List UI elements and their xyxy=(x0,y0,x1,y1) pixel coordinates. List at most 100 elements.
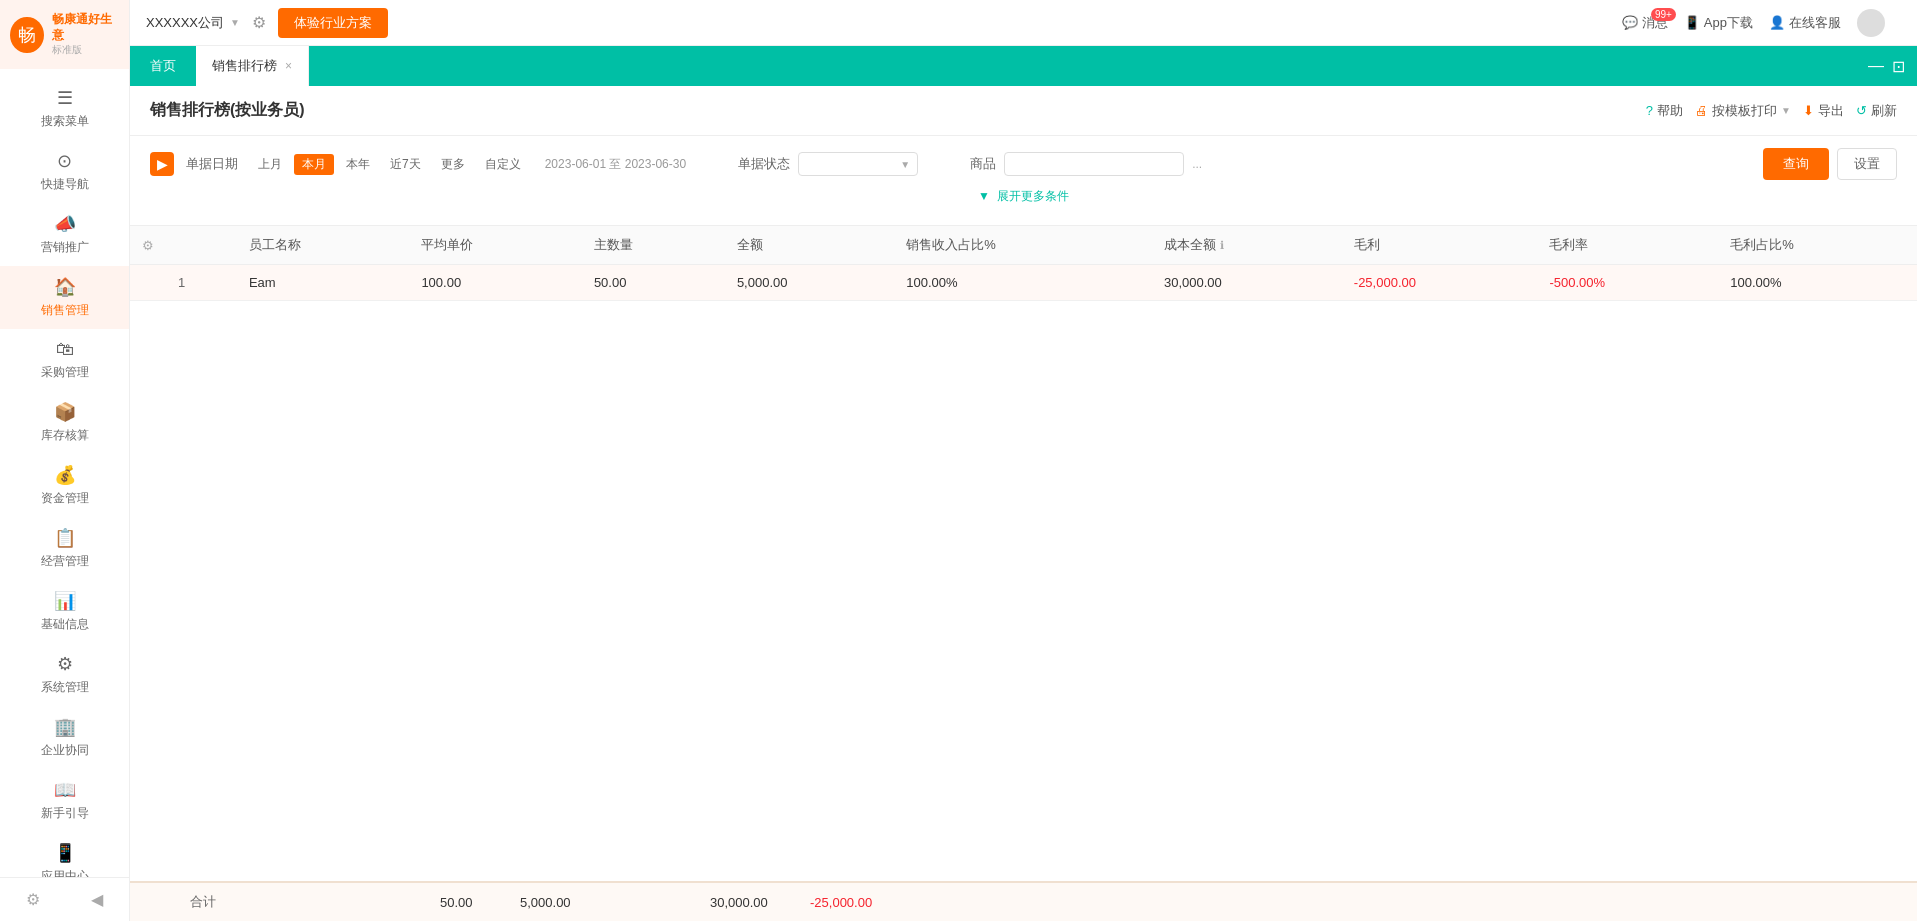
sidebar-item-label: 系统管理 xyxy=(41,679,89,696)
column-avg-price: 平均单价 xyxy=(409,226,582,265)
sidebar-item-system[interactable]: ⚙ 系统管理 xyxy=(0,643,129,706)
sidebar-item-nav[interactable]: ⊙ 快捷导航 xyxy=(0,140,129,203)
sidebar-item-label: 应用中心 xyxy=(41,868,89,877)
help-label: 帮助 xyxy=(1657,102,1683,120)
cell-gear xyxy=(130,265,166,301)
sidebar-item-label: 新手引导 xyxy=(41,805,89,822)
help-button[interactable]: ? 帮助 xyxy=(1646,102,1683,120)
goods-filter: 商品 ... xyxy=(970,152,1202,176)
sidebar-footer: ⚙ ◀ xyxy=(0,877,129,921)
cell-amount: 5,000.00 xyxy=(725,265,894,301)
sidebar-item-basic[interactable]: 📊 基础信息 xyxy=(0,580,129,643)
sidebar-item-label: 采购管理 xyxy=(41,364,89,381)
expand-more-conditions[interactable]: ▼ 展开更多条件 xyxy=(150,180,1897,213)
sidebar-nav: ☰ 搜索菜单 ⊙ 快捷导航 📣 营销推广 🏠 销售管理 🛍 采购管理 📦 库存核… xyxy=(0,69,129,877)
goods-filter-label: 商品 xyxy=(970,155,996,173)
goods-input[interactable] xyxy=(1004,152,1184,176)
status-select[interactable] xyxy=(798,152,918,176)
sidebar-item-finance[interactable]: 💰 资金管理 xyxy=(0,454,129,517)
sidebar-item-search[interactable]: ☰ 搜索菜单 xyxy=(0,77,129,140)
sidebar-collapse-button[interactable]: ◀ xyxy=(91,890,103,909)
tab-bar: 首页 销售排行榜 × — ⊡ xyxy=(130,46,1917,86)
export-label: 导出 xyxy=(1818,102,1844,120)
sidebar-item-inventory[interactable]: 📦 库存核算 xyxy=(0,391,129,454)
cost-info-icon: ℹ xyxy=(1220,239,1224,251)
sidebar: 畅 畅康通好生意 标准版 ☰ 搜索菜单 ⊙ 快捷导航 📣 营销推广 🏠 销售管理… xyxy=(0,0,130,921)
main-content: XXXXXX公司 ▼ ⚙ 体验行业方案 💬 消息 99+ 📱 App下载 👤 在… xyxy=(130,0,1917,921)
footer-label: 合计 xyxy=(178,893,228,911)
topbar-gear-icon[interactable]: ⚙ xyxy=(252,13,266,32)
date-opt-last7[interactable]: 近7天 xyxy=(382,154,429,175)
cell-gross-rate: -500.00% xyxy=(1537,265,1718,301)
tab-home[interactable]: 首页 xyxy=(130,46,196,86)
cell-avg-price: 100.00 xyxy=(409,265,582,301)
cell-rank: 1 xyxy=(166,265,237,301)
query-button[interactable]: 查询 xyxy=(1763,148,1829,180)
sidebar-item-marketing[interactable]: 📣 营销推广 xyxy=(0,203,129,266)
print-dropdown-icon[interactable]: ▼ xyxy=(1781,105,1791,116)
column-gross-pct: 毛利占比% xyxy=(1718,226,1917,265)
date-range-display: 2023-06-01 至 2023-06-30 xyxy=(545,156,686,173)
date-opt-current-month[interactable]: 本月 xyxy=(294,154,334,175)
column-gross-rate: 毛利率 xyxy=(1537,226,1718,265)
tab-sales-ranking[interactable]: 销售排行榜 × xyxy=(196,46,309,86)
sidebar-item-label: 经营管理 xyxy=(41,553,89,570)
footer-gross: -25,000.00 xyxy=(798,895,884,910)
table-header-row: ⚙ 员工名称 平均单价 主数量 全额 xyxy=(130,226,1917,265)
tab-close-icon[interactable]: × xyxy=(285,59,292,73)
status-select-wrapper: ▼ xyxy=(798,152,918,176)
basic-icon: 📊 xyxy=(54,590,76,612)
goods-more-icon[interactable]: ... xyxy=(1192,157,1202,171)
message-button[interactable]: 💬 消息 99+ xyxy=(1622,14,1668,32)
date-opt-current-year[interactable]: 本年 xyxy=(338,154,378,175)
minimize-icon[interactable]: — xyxy=(1868,57,1884,75)
print-button[interactable]: 🖨 按模板打印 ▼ xyxy=(1695,102,1791,120)
date-filter-label: 单据日期 xyxy=(186,155,238,173)
filter-buttons: 查询 设置 xyxy=(1763,148,1897,180)
sidebar-item-label: 基础信息 xyxy=(41,616,89,633)
refresh-label: 刷新 xyxy=(1871,102,1897,120)
sidebar-settings-button[interactable]: ⚙ xyxy=(26,890,40,909)
date-opt-more[interactable]: 更多 xyxy=(433,154,473,175)
sidebar-item-purchase[interactable]: 🛍 采购管理 xyxy=(0,329,129,391)
column-settings-icon[interactable]: ⚙ xyxy=(142,238,154,253)
expand-icon: ▼ xyxy=(978,189,990,203)
column-gross: 毛利 xyxy=(1342,226,1538,265)
company-selector[interactable]: XXXXXX公司 ▼ xyxy=(146,14,240,32)
page-header: 销售排行榜(按业务员) ? 帮助 🖨 按模板打印 ▼ ⬇ 导出 ↺ 刷新 xyxy=(130,86,1917,136)
sidebar-item-corp[interactable]: 🏢 企业协同 xyxy=(0,706,129,769)
refresh-button[interactable]: ↺ 刷新 xyxy=(1856,102,1897,120)
sidebar-item-guide[interactable]: 📖 新手引导 xyxy=(0,769,129,832)
finance-icon: 💰 xyxy=(54,464,76,486)
expand-label: 展开更多条件 xyxy=(997,189,1069,203)
trial-button[interactable]: 体验行业方案 xyxy=(278,8,388,38)
sidebar-item-label: 搜索菜单 xyxy=(41,113,89,130)
data-table: ⚙ 员工名称 平均单价 主数量 全额 xyxy=(130,226,1917,301)
topbar-right: 💬 消息 99+ 📱 App下载 👤 在线客服 xyxy=(1622,9,1901,37)
app-label: App下载 xyxy=(1704,14,1753,32)
column-cost: 成本全额 ℹ xyxy=(1152,226,1342,265)
sidebar-item-label: 企业协同 xyxy=(41,742,89,759)
search-menu-icon: ☰ xyxy=(57,87,73,109)
app-logo: 畅 畅康通好生意 标准版 xyxy=(0,0,129,69)
avatar[interactable] xyxy=(1857,9,1885,37)
date-opt-custom[interactable]: 自定义 xyxy=(477,154,529,175)
online-service-button[interactable]: 👤 在线客服 xyxy=(1769,14,1841,32)
column-amount: 全额 xyxy=(725,226,894,265)
tab-label: 销售排行榜 xyxy=(212,57,277,75)
table-row: 1 Eam 100.00 50.00 5,000.00 100.00% 30,0… xyxy=(130,265,1917,301)
date-opt-last-month[interactable]: 上月 xyxy=(250,154,290,175)
filter-expand-button[interactable]: ▶ xyxy=(150,152,174,176)
sidebar-item-label: 快捷导航 xyxy=(41,176,89,193)
maximize-icon[interactable]: ⊡ xyxy=(1892,57,1905,76)
sidebar-item-apps[interactable]: 📱 应用中心 xyxy=(0,832,129,877)
refresh-icon: ↺ xyxy=(1856,103,1867,118)
sidebar-item-sales[interactable]: 🏠 销售管理 xyxy=(0,266,129,329)
sidebar-item-operations[interactable]: 📋 经营管理 xyxy=(0,517,129,580)
service-label: 在线客服 xyxy=(1789,14,1841,32)
print-icon: 🖨 xyxy=(1695,103,1708,118)
settings-button[interactable]: 设置 xyxy=(1837,148,1897,180)
cell-cost: 30,000.00 xyxy=(1152,265,1342,301)
export-button[interactable]: ⬇ 导出 xyxy=(1803,102,1844,120)
app-download-button[interactable]: 📱 App下载 xyxy=(1684,14,1753,32)
